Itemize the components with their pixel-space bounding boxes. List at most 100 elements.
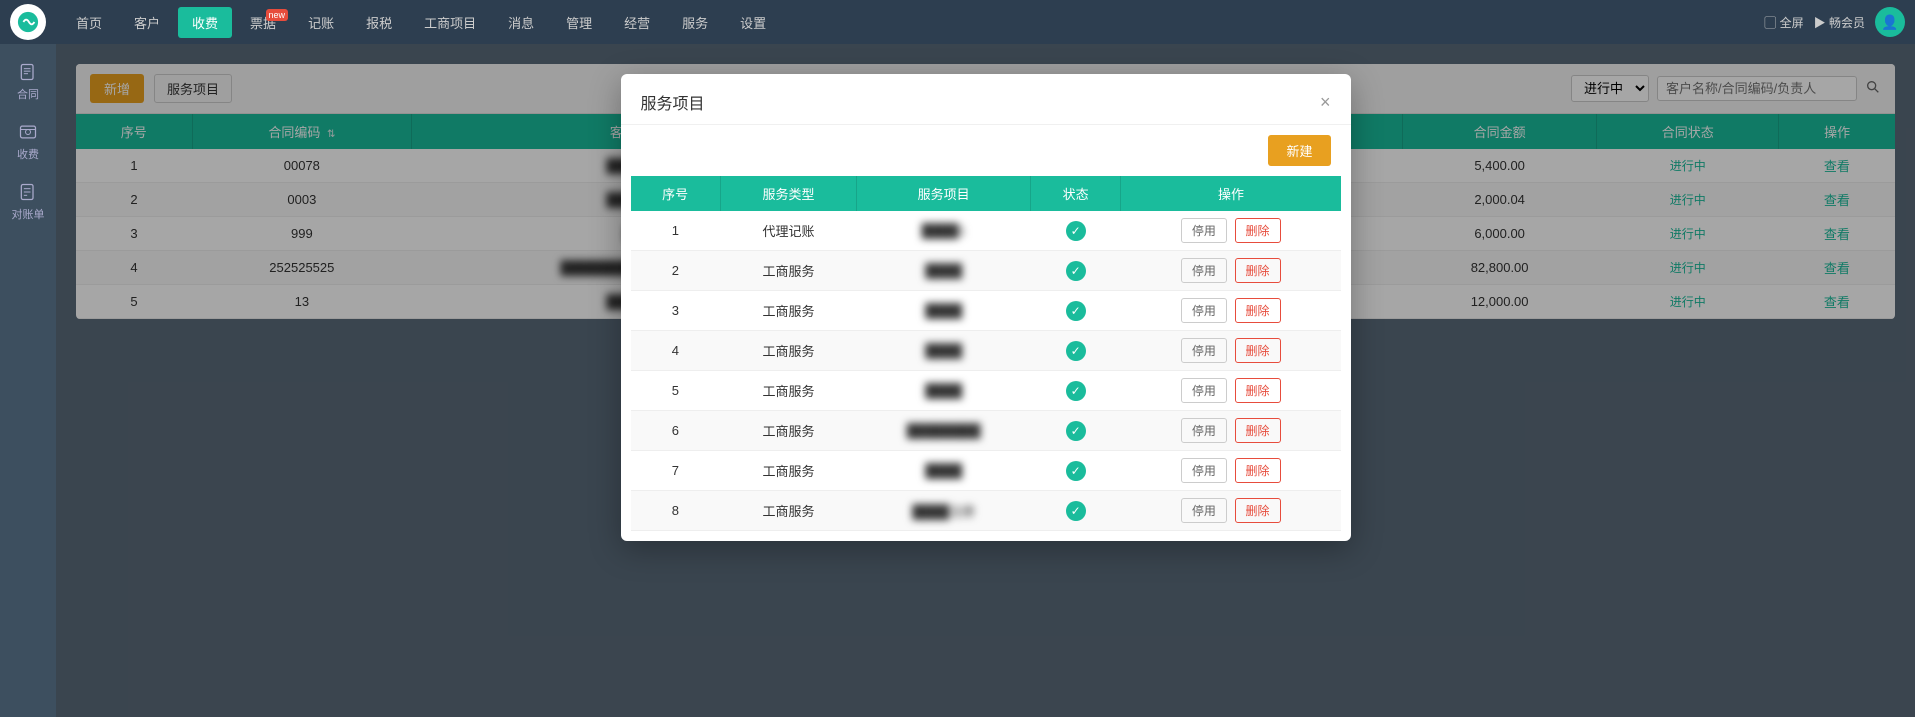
main-layout: 合同 收费 对账单 新增 服务项目 xyxy=(0,44,1915,717)
stop-button[interactable]: 停用 xyxy=(1181,378,1227,403)
mth-action: 操作 xyxy=(1121,176,1341,211)
modal-cell-type: 工商服务 xyxy=(720,411,857,451)
status-check-icon: ✓ xyxy=(1066,221,1086,241)
modal-cell-seq: 8 xyxy=(631,491,721,531)
nav-home[interactable]: 首页 xyxy=(62,7,116,38)
modal-header: 服务项目 × xyxy=(621,74,1351,125)
modal-table-wrap[interactable]: 序号 服务类型 服务项目 状态 操作 1 代理记账 ████1 ✓ xyxy=(621,176,1351,541)
stop-button[interactable]: 停用 xyxy=(1181,218,1227,243)
delete-button[interactable]: 删除 xyxy=(1235,258,1281,283)
modal-title: 服务项目 xyxy=(641,90,705,114)
delete-button[interactable]: 删除 xyxy=(1235,218,1281,243)
status-check-icon: ✓ xyxy=(1066,421,1086,441)
delete-button[interactable]: 删除 xyxy=(1235,458,1281,483)
nav-tax[interactable]: 报税 xyxy=(352,7,406,38)
modal-close-button[interactable]: × xyxy=(1320,93,1331,111)
top-navigation: 首页 客户 收费 票据 new 记账 报税 工商项目 消息 管理 经营 服务 设… xyxy=(0,0,1915,44)
modal-cell-seq: 2 xyxy=(631,251,721,291)
modal-cell-seq: 7 xyxy=(631,451,721,491)
modal-cell-item: ████1 xyxy=(857,211,1030,251)
modal-cell-action: 停用 删除 xyxy=(1121,451,1341,491)
modal-cell-item: ████ xyxy=(857,291,1030,331)
nav-bookkeeping[interactable]: 记账 xyxy=(294,7,348,38)
nav-manage[interactable]: 管理 xyxy=(552,7,606,38)
modal-cell-action: 停用 删除 xyxy=(1121,211,1341,251)
modal-cell-item: ████ xyxy=(857,251,1030,291)
modal-cell-item: ████注册 xyxy=(857,491,1030,531)
delete-button[interactable]: 删除 xyxy=(1235,378,1281,403)
modal-cell-item: ████ xyxy=(857,451,1030,491)
nav-business[interactable]: 工商项目 xyxy=(410,7,490,38)
sidebar-label-statement: 对账单 xyxy=(12,206,45,222)
modal-cell-type: 工商服务 xyxy=(720,451,857,491)
modal-table-row: 2 工商服务 ████ ✓ 停用 删除 xyxy=(631,251,1341,291)
new-badge: new xyxy=(266,9,289,21)
nav-settings[interactable]: 设置 xyxy=(726,7,780,38)
new-service-button[interactable]: 新建 xyxy=(1268,135,1330,166)
stop-button[interactable]: 停用 xyxy=(1181,338,1227,363)
modal-overlay: 服务项目 × 新建 序号 服务类型 服务项目 xyxy=(56,44,1915,717)
nav-customer[interactable]: 客户 xyxy=(120,7,174,38)
status-check-icon: ✓ xyxy=(1066,381,1086,401)
stop-button[interactable]: 停用 xyxy=(1181,498,1227,523)
status-check-icon: ✓ xyxy=(1066,461,1086,481)
modal-cell-status: ✓ xyxy=(1030,251,1121,291)
modal-cell-action: 停用 删除 xyxy=(1121,371,1341,411)
fee-icon xyxy=(18,122,38,142)
status-check-icon: ✓ xyxy=(1066,341,1086,361)
nav-service[interactable]: 服务 xyxy=(668,7,722,38)
modal-cell-item: ████ xyxy=(857,371,1030,411)
mth-type: 服务类型 xyxy=(720,176,857,211)
modal-cell-type: 工商服务 xyxy=(720,491,857,531)
mth-seq: 序号 xyxy=(631,176,721,211)
nav-invoice[interactable]: 票据 new xyxy=(236,7,290,38)
modal-cell-action: 停用 删除 xyxy=(1121,411,1341,451)
sidebar-item-fee[interactable]: 收费 xyxy=(3,114,53,170)
modal-table-row: 1 代理记账 ████1 ✓ 停用 删除 xyxy=(631,211,1341,251)
content-area: 新增 服务项目 进行中 全部 已结束 xyxy=(56,44,1915,717)
modal-cell-type: 工商服务 xyxy=(720,371,857,411)
modal-cell-status: ✓ xyxy=(1030,371,1121,411)
modal-cell-seq: 4 xyxy=(631,331,721,371)
status-check-icon: ✓ xyxy=(1066,501,1086,521)
delete-button[interactable]: 删除 xyxy=(1235,498,1281,523)
sidebar-label-contract: 合同 xyxy=(17,86,39,102)
modal-cell-action: 停用 删除 xyxy=(1121,291,1341,331)
member-btn[interactable]: ▶ 畅会员 xyxy=(1814,14,1865,31)
fullscreen-btn[interactable]: ▢ 全屏 xyxy=(1764,14,1803,31)
delete-button[interactable]: 删除 xyxy=(1235,298,1281,323)
modal-table-row: 5 工商服务 ████ ✓ 停用 删除 xyxy=(631,371,1341,411)
delete-button[interactable]: 删除 xyxy=(1235,418,1281,443)
modal-cell-type: 工商服务 xyxy=(720,251,857,291)
modal-cell-action: 停用 删除 xyxy=(1121,491,1341,531)
modal-cell-type: 工商服务 xyxy=(720,331,857,371)
nav-operation[interactable]: 经营 xyxy=(610,7,664,38)
modal-cell-status: ✓ xyxy=(1030,451,1121,491)
stop-button[interactable]: 停用 xyxy=(1181,458,1227,483)
sidebar-item-contract[interactable]: 合同 xyxy=(3,54,53,110)
stop-button[interactable]: 停用 xyxy=(1181,418,1227,443)
mth-item: 服务项目 xyxy=(857,176,1030,211)
modal-cell-status: ✓ xyxy=(1030,211,1121,251)
modal-cell-status: ✓ xyxy=(1030,331,1121,371)
modal-table-row: 6 工商服务 ████████ ✓ 停用 删除 xyxy=(631,411,1341,451)
sidebar-label-fee: 收费 xyxy=(17,146,39,162)
stop-button[interactable]: 停用 xyxy=(1181,258,1227,283)
modal-cell-status: ✓ xyxy=(1030,411,1121,451)
stop-button[interactable]: 停用 xyxy=(1181,298,1227,323)
service-items-modal: 服务项目 × 新建 序号 服务类型 服务项目 xyxy=(621,74,1351,541)
sidebar-item-statement[interactable]: 对账单 xyxy=(3,174,53,230)
nav-fee[interactable]: 收费 xyxy=(178,7,232,38)
modal-cell-status: ✓ xyxy=(1030,291,1121,331)
contract-icon xyxy=(18,62,38,82)
sidebar: 合同 收费 对账单 xyxy=(0,44,56,717)
modal-cell-type: 代理记账 xyxy=(720,211,857,251)
nav-message[interactable]: 消息 xyxy=(494,7,548,38)
modal-table-row: 4 工商服务 ████ ✓ 停用 删除 xyxy=(631,331,1341,371)
modal-cell-action: 停用 删除 xyxy=(1121,331,1341,371)
delete-button[interactable]: 删除 xyxy=(1235,338,1281,363)
status-check-icon: ✓ xyxy=(1066,301,1086,321)
user-avatar[interactable]: 👤 xyxy=(1875,7,1905,37)
modal-cell-type: 工商服务 xyxy=(720,291,857,331)
modal-cell-item: ████████ xyxy=(857,411,1030,451)
